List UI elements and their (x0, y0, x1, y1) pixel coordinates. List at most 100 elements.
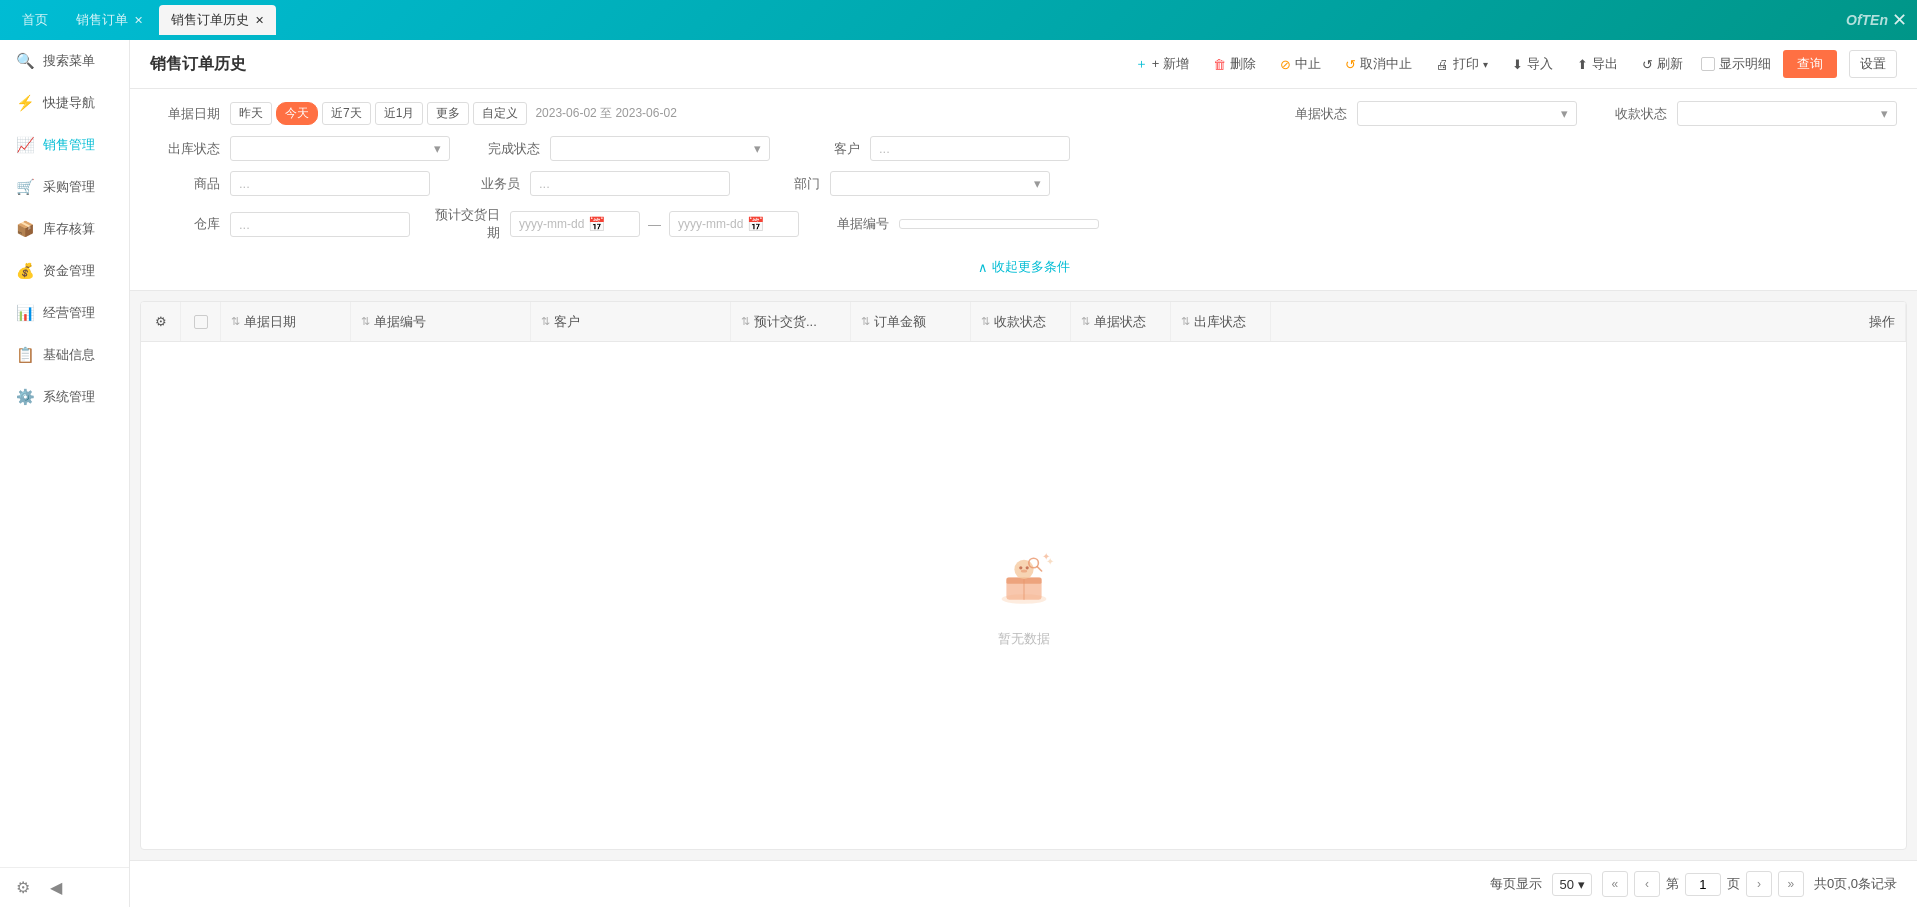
svg-point-7 (1020, 569, 1026, 572)
th-customer[interactable]: ⇅ 客户 (531, 302, 731, 341)
receipt-status-arrow: ▾ (1881, 106, 1888, 121)
th-date-label: 单据日期 (244, 313, 296, 331)
empty-text: 暂无数据 (998, 630, 1050, 648)
date-btn-1month[interactable]: 近1月 (375, 102, 424, 125)
sidebar-item-sales[interactable]: 📈 销售管理 (0, 124, 129, 166)
completion-select[interactable]: ▾ (550, 136, 770, 161)
date-btn-custom[interactable]: 自定义 (473, 102, 527, 125)
search-icon: 🔍 (16, 52, 35, 70)
header-checkbox[interactable] (194, 315, 208, 329)
first-page-button[interactable]: « (1602, 871, 1628, 897)
collapse-text: 收起更多条件 (992, 258, 1070, 276)
settings-button[interactable]: 设置 (1849, 50, 1897, 78)
sidebar-item-basicinfo[interactable]: 📋 基础信息 (0, 334, 129, 376)
th-amount[interactable]: ⇅ 订单金额 (851, 302, 971, 341)
warehouse-select[interactable]: ... (230, 212, 410, 237)
sidebar-operations-label: 经营管理 (43, 304, 95, 322)
th-delivery[interactable]: ⇅ 预计交货... (731, 302, 851, 341)
per-page-value: 50 (1559, 877, 1573, 892)
department-select[interactable]: ▾ (830, 171, 1050, 196)
refresh-button[interactable]: ↺ 刷新 (1636, 51, 1689, 77)
tab-home-label: 首页 (22, 11, 48, 29)
th-number[interactable]: ⇅ 单据编号 (351, 302, 531, 341)
date-btn-today[interactable]: 今天 (276, 102, 318, 125)
tab-home[interactable]: 首页 (10, 5, 60, 35)
print-icon: 🖨 (1436, 57, 1449, 72)
th-date[interactable]: ⇅ 单据日期 (221, 302, 351, 341)
quicknav-icon: ⚡ (16, 94, 35, 112)
sort-docstatus-icon: ⇅ (1081, 315, 1090, 328)
product-label: 商品 (150, 175, 230, 193)
customer-select[interactable]: ... (870, 136, 1070, 161)
customer-value: ... (879, 141, 890, 156)
total-text: 共0页,0条记录 (1814, 875, 1897, 893)
empty-state: ✦ ✦ 暂无数据 (984, 544, 1064, 648)
sidebar-item-purchase[interactable]: 🛒 采购管理 (0, 166, 129, 208)
print-button[interactable]: 🖨 打印 ▾ (1430, 51, 1494, 77)
export-icon: ⬆ (1577, 57, 1588, 72)
table-footer: 每页显示 50 ▾ « ‹ 第 页 › » 共0页,0条记录 (130, 860, 1917, 907)
delivery-start-placeholder: yyyy-mm-dd (519, 217, 584, 231)
stock-out-select[interactable]: ▾ (230, 136, 450, 161)
date-btn-yesterday[interactable]: 昨天 (230, 102, 272, 125)
warehouse-label: 仓库 (150, 215, 230, 233)
page-input[interactable] (1685, 873, 1721, 896)
salesperson-select[interactable]: ... (530, 171, 730, 196)
th-amount-label: 订单金额 (874, 313, 926, 331)
per-page-select[interactable]: 50 ▾ (1552, 873, 1591, 896)
th-gear[interactable]: ⚙ (141, 302, 181, 341)
doc-number-input[interactable] (899, 219, 1099, 229)
delivery-date-label: 预计交货日期 (430, 206, 510, 242)
show-detail-label-text: 显示明细 (1719, 55, 1771, 73)
show-detail-checkbox[interactable] (1701, 57, 1715, 71)
settings-bottom-icon[interactable]: ⚙ (16, 878, 30, 897)
prev-page-button[interactable]: ‹ (1634, 871, 1660, 897)
th-stock-status[interactable]: ⇅ 出库状态 (1171, 302, 1271, 341)
filter-row-2: 出库状态 ▾ 完成状态 ▾ 客户 ... (150, 136, 1897, 161)
date-btn-7days[interactable]: 近7天 (322, 102, 371, 125)
delivery-date-start[interactable]: yyyy-mm-dd 📅 (510, 211, 640, 237)
th-action-label: 操作 (1869, 313, 1895, 331)
th-doc-status[interactable]: ⇅ 单据状态 (1071, 302, 1171, 341)
date-btn-more[interactable]: 更多 (427, 102, 469, 125)
next-page-button[interactable]: › (1746, 871, 1772, 897)
sidebar: 🔍 搜索菜单 ⚡ 快捷导航 📈 销售管理 🛒 采购管理 📦 库存核算 💰 资金管… (0, 40, 130, 907)
doc-status-select[interactable]: ▾ (1357, 101, 1577, 126)
collapse-sidebar-icon[interactable]: ◀ (50, 878, 62, 897)
top-bar: 首页 销售订单 ✕ 销售订单历史 ✕ OfTEn ✕ (0, 0, 1917, 40)
import-button[interactable]: ⬇ 导入 (1506, 51, 1559, 77)
export-button[interactable]: ⬆ 导出 (1571, 51, 1624, 77)
stop-button[interactable]: ⊘ 中止 (1274, 51, 1327, 77)
doc-status-arrow: ▾ (1561, 106, 1568, 121)
filter-row-1: 单据日期 昨天 今天 近7天 近1月 更多 自定义 2023-06-02 至 2… (150, 101, 1897, 126)
sidebar-basicinfo-label: 基础信息 (43, 346, 95, 364)
collapse-icon: ∧ (978, 260, 988, 275)
last-page-button[interactable]: » (1778, 871, 1804, 897)
th-receipt-status[interactable]: ⇅ 收款状态 (971, 302, 1071, 341)
th-customer-label: 客户 (554, 313, 580, 331)
sidebar-item-search[interactable]: 🔍 搜索菜单 (0, 40, 129, 82)
tab-sales-order-close[interactable]: ✕ (134, 14, 143, 27)
sidebar-item-quicknav[interactable]: ⚡ 快捷导航 (0, 82, 129, 124)
collapse-row[interactable]: ∧ 收起更多条件 (150, 252, 1897, 278)
tab-sales-history[interactable]: 销售订单历史 ✕ (159, 5, 276, 35)
query-button[interactable]: 查询 (1783, 50, 1837, 78)
sidebar-item-finance[interactable]: 💰 资金管理 (0, 250, 129, 292)
th-stockstatus-label: 出库状态 (1194, 313, 1246, 331)
sidebar-item-operations[interactable]: 📊 经营管理 (0, 292, 129, 334)
import-icon: ⬇ (1512, 57, 1523, 72)
tab-sales-order[interactable]: 销售订单 ✕ (64, 5, 155, 35)
delivery-date-end[interactable]: yyyy-mm-dd 📅 (669, 211, 799, 237)
cancel-stop-button[interactable]: ↺ 取消中止 (1339, 51, 1418, 77)
delete-button[interactable]: 🗑 删除 (1207, 51, 1262, 77)
receipt-status-select[interactable]: ▾ (1677, 101, 1897, 126)
sort-delivery-icon: ⇅ (741, 315, 750, 328)
tab-sales-history-close[interactable]: ✕ (255, 14, 264, 27)
th-checkbox[interactable] (181, 302, 221, 341)
new-button[interactable]: ＋ + 新增 (1129, 51, 1195, 77)
window-close-button[interactable]: ✕ (1892, 9, 1907, 31)
sidebar-item-inventory[interactable]: 📦 库存核算 (0, 208, 129, 250)
inventory-icon: 📦 (16, 220, 35, 238)
product-select[interactable]: ... (230, 171, 430, 196)
sidebar-item-system[interactable]: ⚙️ 系统管理 (0, 376, 129, 418)
